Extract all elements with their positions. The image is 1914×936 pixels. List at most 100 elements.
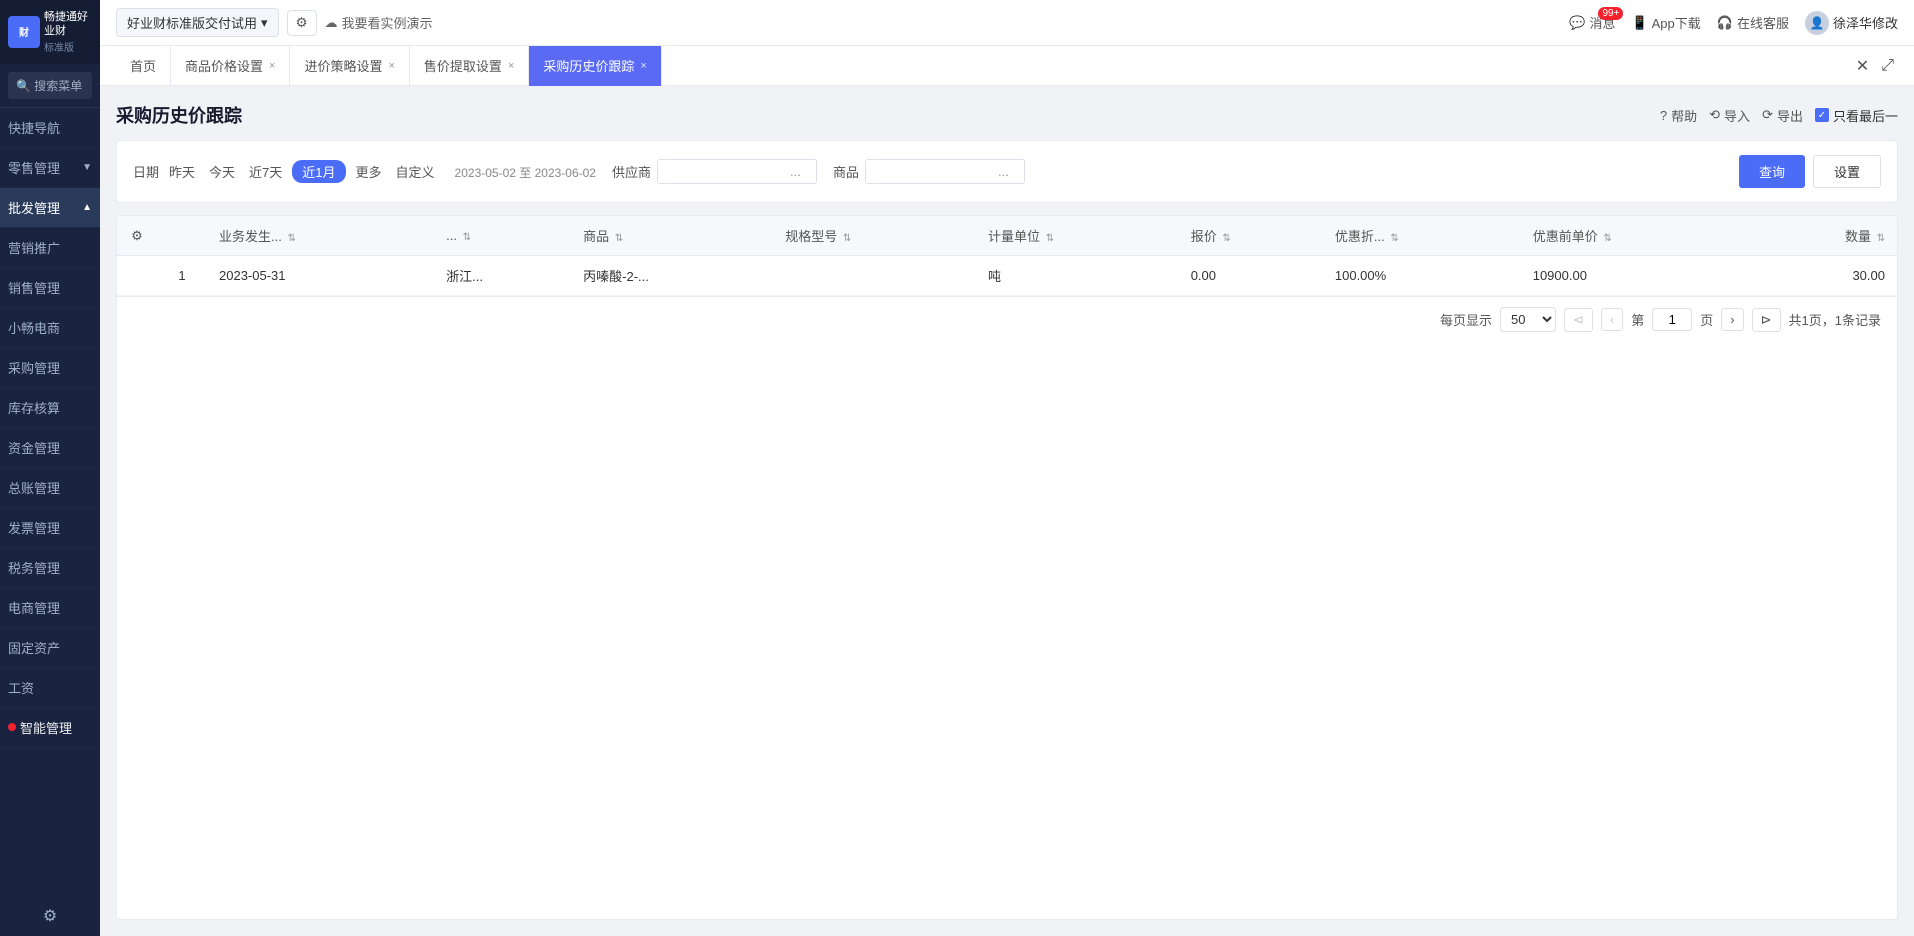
col-more[interactable]: ... ⇅ [434,216,571,256]
topbar-left: 好业财标准版交付试用 ▾ ⚙ ☁ 我要看实例演示 [116,8,433,37]
query-button[interactable]: 查询 [1739,155,1805,188]
help-button[interactable]: ? 帮助 [1660,106,1697,125]
sidebar-settings-icon[interactable]: ⚙ [43,906,57,926]
username-label: 徐泽华修改 [1833,13,1898,32]
sort-icon: ⇅ [1877,233,1885,244]
page-label: 第 [1631,310,1644,329]
date-filter: 日期 昨天 今天 近7天 近1月 更多 自定义 [133,160,439,183]
close-icon[interactable]: × [508,60,514,72]
supplier-input-group: ... [657,159,817,184]
last-page-button[interactable]: ⊳ [1752,308,1781,332]
dot-indicator [8,723,16,731]
only-last-filter[interactable]: ✓ 只看最后一 [1815,106,1898,125]
import-label: 导入 [1724,106,1750,125]
logo-sub: 标准版 [44,39,92,54]
sidebar-quick-nav[interactable]: 快捷导航 [0,108,100,148]
filter-row: 日期 昨天 今天 近7天 近1月 更多 自定义 2023-05-02 至 202… [133,155,1881,188]
row-no-cell: 1 [157,256,207,296]
app-download-button[interactable]: 📱 App下载 [1631,13,1700,32]
user-menu[interactable]: 👤 徐泽华修改 [1805,11,1898,35]
sidebar-item-finance[interactable]: 资金管理 [0,428,100,468]
col-unit-label: 计量单位 [988,229,1040,244]
col-date[interactable]: 业务发生... ⇅ [207,216,434,256]
sidebar-item-ai[interactable]: 智能管理 [0,708,100,748]
export-icon: ⟳ [1762,107,1773,123]
tab-home[interactable]: 首页 [116,46,171,86]
page-content: 采购历史价跟踪 ? 帮助 ⟲ 导入 ⟳ 导出 ✓ 只看最后一 [100,86,1914,936]
sidebar-item-sales[interactable]: 销售管理 [0,268,100,308]
date-opt-7days[interactable]: 近7天 [245,160,286,183]
page-number-input[interactable] [1652,308,1692,331]
col-before-price[interactable]: 优惠前单价 ⇅ [1521,216,1753,256]
date-opt-yesterday[interactable]: 昨天 [165,160,199,183]
sidebar-item-fixed-assets[interactable]: 固定资产 [0,628,100,668]
online-service-button[interactable]: 🎧 在线客服 [1717,13,1789,32]
logo-text-block: 畅捷通好业财 标准版 [44,10,92,54]
col-date-label: 业务发生... [219,229,282,244]
sidebar-search-button[interactable]: 🔍 搜索菜单 [8,72,92,99]
sort-icon: ⇅ [287,233,295,244]
col-spec-label: 规格型号 [785,229,837,244]
tab-price-settings[interactable]: 商品价格设置 × [171,46,290,86]
close-icon[interactable]: × [640,60,646,72]
sidebar-item-ecom[interactable]: 小畅电商 [0,308,100,348]
sidebar-item-ecom-label: 小畅电商 [8,318,60,337]
col-spec[interactable]: 规格型号 ⇅ [773,216,976,256]
sidebar-item-purchase[interactable]: 采购管理 [0,348,100,388]
import-button[interactable]: ⟲ 导入 [1709,106,1750,125]
supplier-input[interactable] [666,164,786,179]
col-unit[interactable]: 计量单位 ⇅ [976,216,1179,256]
sidebar-item-inventory[interactable]: 库存核算 [0,388,100,428]
page-header: 采购历史价跟踪 ? 帮助 ⟲ 导入 ⟳ 导出 ✓ 只看最后一 [116,102,1898,128]
row-spec-cell [773,256,976,296]
goods-input[interactable] [874,164,994,179]
next-page-button[interactable]: › [1721,308,1743,331]
sidebar-item-payroll[interactable]: 工资 [0,668,100,708]
topbar-right: 💬 消息 99+ 📱 App下载 🎧 在线客服 👤 徐泽华修改 [1569,11,1898,35]
col-price[interactable]: 报价 ⇅ [1179,216,1323,256]
sidebar-item-invoice[interactable]: 发票管理 [0,508,100,548]
export-button[interactable]: ⟳ 导出 [1762,106,1803,125]
row-unit-cell: 吨 [976,256,1179,296]
row-supplier-cell: 浙江... [434,256,571,296]
close-icon[interactable]: × [388,60,394,72]
sidebar-item-marketing[interactable]: 营销推广 [0,228,100,268]
tab-purchase-strategy[interactable]: 进价策略设置 × [290,46,409,86]
filter-settings-button[interactable]: 设置 [1813,155,1881,188]
message-button[interactable]: 💬 消息 99+ [1569,13,1615,32]
date-opt-custom[interactable]: 自定义 [392,160,439,183]
demo-button[interactable]: ☁ 我要看实例演示 [325,13,433,32]
row-qty-cell: 30.00 [1753,256,1897,296]
col-goods[interactable]: 商品 ⇅ [571,216,773,256]
tab-history-price-label: 采购历史价跟踪 [543,56,634,75]
goods-more-icon[interactable]: ... [998,164,1009,179]
col-qty[interactable]: 数量 ⇅ [1753,216,1897,256]
sidebar-search-label: 搜索菜单 [34,79,82,93]
topbar-settings-button[interactable]: ⚙ [287,10,317,36]
page-size-select[interactable]: 50 10 20 100 [1500,307,1556,332]
sidebar-item-retail[interactable]: 零售管理 ▼ [0,148,100,188]
sidebar-item-tax[interactable]: 税务管理 [0,548,100,588]
col-settings[interactable]: ⚙ [117,216,157,256]
prev-page-button[interactable]: ‹ [1601,308,1623,331]
date-opt-more[interactable]: 更多 [352,160,386,183]
sidebar-item-ecommerce[interactable]: 电商管理 [0,588,100,628]
tab-history-price[interactable]: 采购历史价跟踪 × [529,46,661,86]
first-page-button[interactable]: ⊲ [1564,308,1593,332]
close-tab-button[interactable]: ✕ [1852,52,1873,80]
tab-price-extract-label: 售价提取设置 [424,56,502,75]
maximize-tab-button[interactable]: ⤢ [1877,53,1898,79]
sidebar-item-ledger[interactable]: 总账管理 [0,468,100,508]
chevron-down-icon: ▾ [261,15,268,31]
data-table-wrapper: ⚙ 业务发生... ⇅ ... ⇅ 商品 ⇅ [116,215,1898,920]
date-opt-1month[interactable]: 近1月 [292,160,345,183]
close-icon[interactable]: × [269,60,275,72]
version-select[interactable]: 好业财标准版交付试用 ▾ [116,8,279,37]
sidebar-item-wholesale[interactable]: 批发管理 ▲ [0,188,100,228]
supplier-more-icon[interactable]: ... [790,164,801,179]
date-range-display: 2023-05-02 至 2023-06-02 [455,162,596,181]
col-discount[interactable]: 优惠折... ⇅ [1323,216,1521,256]
tab-price-extract[interactable]: 售价提取设置 × [410,46,529,86]
date-opt-today[interactable]: 今天 [205,160,239,183]
tab-price-settings-label: 商品价格设置 [185,56,263,75]
